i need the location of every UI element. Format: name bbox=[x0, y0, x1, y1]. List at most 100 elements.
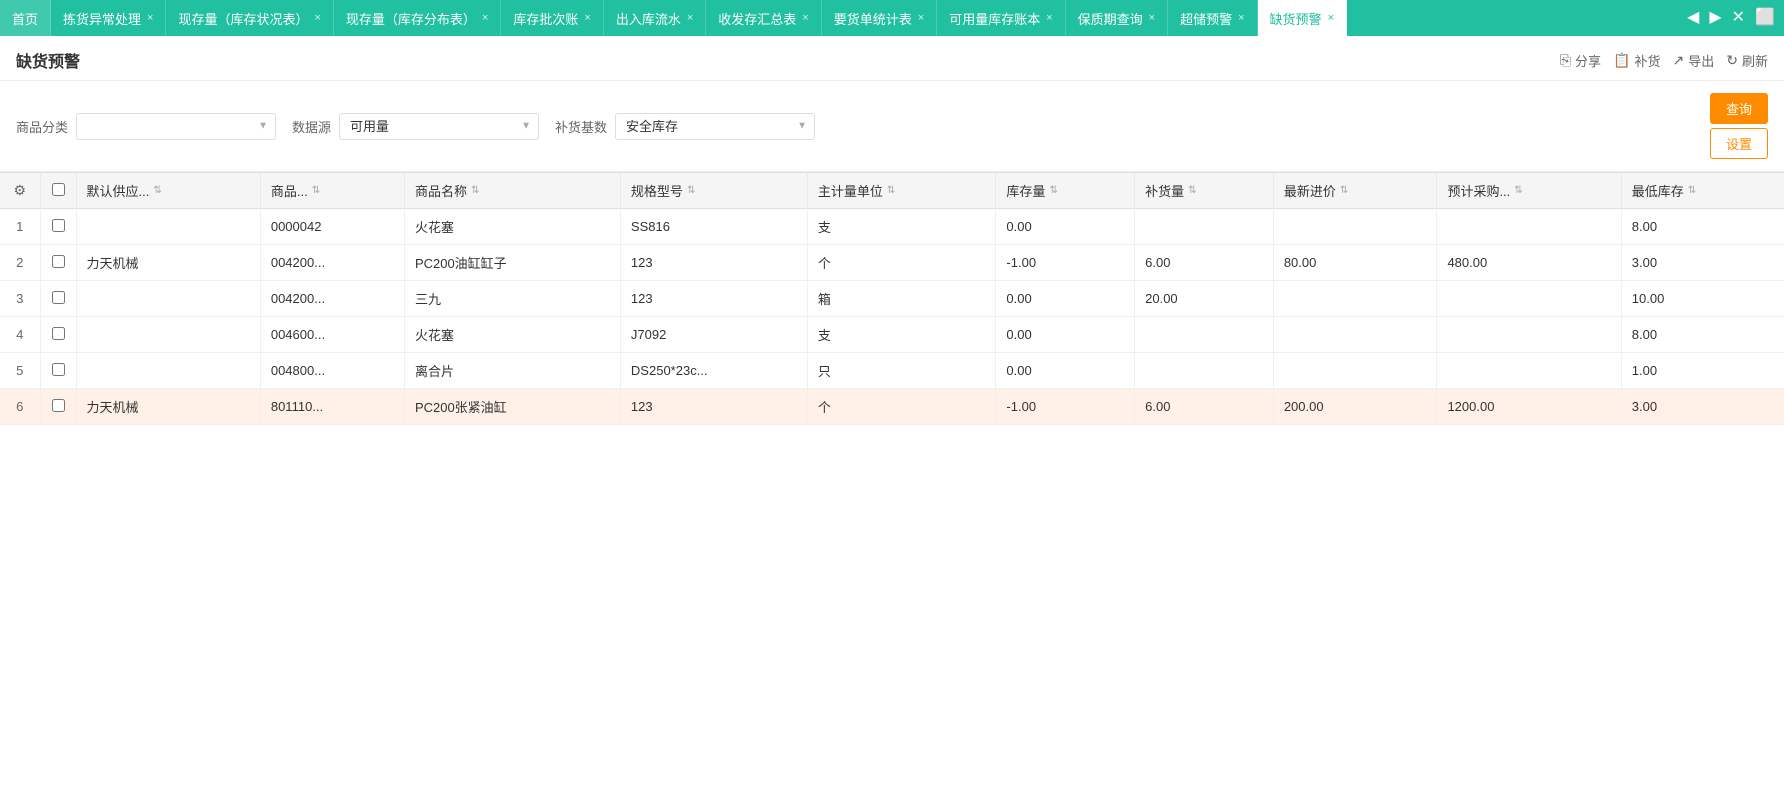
replenish-base-select-wrapper: 安全库存 bbox=[615, 113, 815, 140]
row-num-4: 4 bbox=[0, 317, 40, 353]
tab-receive-summary[interactable]: 收发存汇总表 × bbox=[706, 0, 821, 36]
tab-home[interactable]: 首页 bbox=[0, 0, 51, 36]
row-unit-5: 只 bbox=[807, 353, 996, 389]
datasource-select[interactable]: 可用量 bbox=[339, 113, 539, 140]
th-product-name: 商品名称 ⇅ bbox=[404, 173, 620, 209]
th-spec: 规格型号 ⇅ bbox=[620, 173, 807, 209]
th-min-stock: 最低库存 ⇅ bbox=[1621, 173, 1784, 209]
data-table: ⚙ 默认供应... ⇅ 商品... ⇅ bbox=[0, 172, 1784, 425]
row-product-name-5: 离合片 bbox=[404, 353, 620, 389]
row-checkbox-1[interactable] bbox=[40, 209, 76, 245]
row-product-name-4: 火花塞 bbox=[404, 317, 620, 353]
sort-replenish-icon[interactable]: ⇅ bbox=[1188, 185, 1196, 196]
table-body: 1 0000042 火花塞 SS816 支 0.00 8.00 2 力天机械 0… bbox=[0, 209, 1784, 425]
row-product-code-5: 004800... bbox=[260, 353, 404, 389]
tab-batch-account[interactable]: 库存批次账 × bbox=[501, 0, 603, 36]
tab-next-button[interactable]: ▶ bbox=[1704, 0, 1726, 36]
tab-inventory-status[interactable]: 现存量（库存状况表） × bbox=[166, 0, 333, 36]
th-latest-price: 最新进价 ⇅ bbox=[1273, 173, 1437, 209]
close-tab-overstock[interactable]: × bbox=[1238, 12, 1244, 24]
row-min-stock-5: 1.00 bbox=[1621, 353, 1784, 389]
tab-close-all-button[interactable]: ✕ bbox=[1727, 0, 1750, 36]
row-num-6: 6 bbox=[0, 389, 40, 425]
close-tab-order-stats[interactable]: × bbox=[918, 12, 924, 24]
sort-unit-icon[interactable]: ⇅ bbox=[887, 185, 895, 196]
close-tab-available-ledger[interactable]: × bbox=[1046, 12, 1052, 24]
close-tab-batch-account[interactable]: × bbox=[584, 12, 590, 24]
sort-product-name-icon[interactable]: ⇅ bbox=[471, 185, 479, 196]
close-tab-receive-summary[interactable]: × bbox=[802, 12, 808, 24]
row-min-stock-1: 8.00 bbox=[1621, 209, 1784, 245]
export-button[interactable]: ↗ 导出 bbox=[1673, 51, 1715, 70]
row-spec-1: SS816 bbox=[620, 209, 807, 245]
row-product-name-2: PC200油缸缸子 bbox=[404, 245, 620, 281]
row-checkbox-5[interactable] bbox=[40, 353, 76, 389]
row-checkbox-4[interactable] bbox=[40, 317, 76, 353]
row-min-stock-4: 8.00 bbox=[1621, 317, 1784, 353]
row-min-stock-6: 3.00 bbox=[1621, 389, 1784, 425]
filter-bar: 商品分类 数据源 可用量 补货基数 安全库存 bbox=[0, 81, 1784, 172]
row-stock-1: 0.00 bbox=[996, 209, 1135, 245]
row-checkbox-3[interactable] bbox=[40, 281, 76, 317]
row-estimated-purchase-1 bbox=[1437, 209, 1621, 245]
refresh-button[interactable]: ↻ 刷新 bbox=[1726, 51, 1768, 70]
sort-min-stock-icon[interactable]: ⇅ bbox=[1688, 185, 1696, 196]
close-tab-inventory-status[interactable]: × bbox=[314, 12, 320, 24]
close-tab-in-out-flow[interactable]: × bbox=[687, 12, 693, 24]
close-tab-expiry-query[interactable]: × bbox=[1149, 12, 1155, 24]
close-tab-defect-exception[interactable]: × bbox=[147, 12, 153, 24]
row-stock-6: -1.00 bbox=[996, 389, 1135, 425]
tab-prev-button[interactable]: ◀ bbox=[1682, 0, 1704, 36]
th-default-supplier: 默认供应... ⇅ bbox=[76, 173, 260, 209]
category-select[interactable] bbox=[76, 113, 276, 140]
export-icon: ↗ bbox=[1673, 52, 1685, 69]
row-min-stock-2: 3.00 bbox=[1621, 245, 1784, 281]
th-checkbox bbox=[40, 173, 76, 209]
tab-available-ledger[interactable]: 可用量库存账本 × bbox=[937, 0, 1065, 36]
th-gear: ⚙ bbox=[0, 173, 40, 209]
sort-stock-icon[interactable]: ⇅ bbox=[1049, 185, 1057, 196]
datasource-select-wrapper: 可用量 bbox=[339, 113, 539, 140]
settings-button[interactable]: 设置 bbox=[1710, 128, 1768, 159]
gear-settings-icon[interactable]: ⚙ bbox=[13, 182, 26, 198]
tab-in-out-flow[interactable]: 出入库流水 × bbox=[604, 0, 706, 36]
row-checkbox-2[interactable] bbox=[40, 245, 76, 281]
sort-estimated-purchase-icon[interactable]: ⇅ bbox=[1514, 185, 1522, 196]
table-row: 1 0000042 火花塞 SS816 支 0.00 8.00 bbox=[0, 209, 1784, 245]
replenish-base-select[interactable]: 安全库存 bbox=[615, 113, 815, 140]
sort-default-supplier-icon[interactable]: ⇅ bbox=[153, 185, 161, 196]
row-unit-1: 支 bbox=[807, 209, 996, 245]
close-tab-shortage[interactable]: × bbox=[1328, 12, 1334, 24]
tab-order-stats[interactable]: 要货单统计表 × bbox=[822, 0, 937, 36]
th-unit: 主计量单位 ⇅ bbox=[807, 173, 996, 209]
category-filter-group: 商品分类 bbox=[16, 113, 276, 140]
select-all-checkbox[interactable] bbox=[52, 183, 65, 196]
share-icon: ⎘ bbox=[1560, 52, 1571, 69]
tab-overstock[interactable]: 超储预警 × bbox=[1168, 0, 1257, 36]
sort-product-code-icon[interactable]: ⇅ bbox=[312, 185, 320, 196]
refresh-icon: ↻ bbox=[1726, 52, 1738, 69]
row-latest-price-5 bbox=[1273, 353, 1437, 389]
row-estimated-purchase-3 bbox=[1437, 281, 1621, 317]
row-latest-price-3 bbox=[1273, 281, 1437, 317]
row-stock-4: 0.00 bbox=[996, 317, 1135, 353]
row-replenish-5 bbox=[1135, 353, 1274, 389]
sort-spec-icon[interactable]: ⇅ bbox=[687, 185, 695, 196]
replenish-button[interactable]: 📋 补货 bbox=[1613, 51, 1660, 70]
row-replenish-2: 6.00 bbox=[1135, 245, 1274, 281]
replenish-base-filter-group: 补货基数 安全库存 bbox=[555, 113, 815, 140]
tab-shortage[interactable]: 缺货预警 × bbox=[1258, 0, 1347, 36]
datasource-label: 数据源 bbox=[292, 117, 331, 136]
row-latest-price-1 bbox=[1273, 209, 1437, 245]
tab-expiry-query[interactable]: 保质期查询 × bbox=[1066, 0, 1168, 36]
row-checkbox-6[interactable] bbox=[40, 389, 76, 425]
tab-defect-exception[interactable]: 拣货异常处理 × bbox=[51, 0, 166, 36]
table-wrapper: ⚙ 默认供应... ⇅ 商品... ⇅ bbox=[0, 172, 1784, 425]
tab-maximize-button[interactable]: ⬜ bbox=[1750, 0, 1780, 36]
share-button[interactable]: ⎘ 分享 bbox=[1560, 51, 1601, 70]
header-actions: ⎘ 分享 📋 补货 ↗ 导出 ↻ 刷新 bbox=[1560, 51, 1768, 70]
close-tab-inventory-dist[interactable]: × bbox=[482, 12, 488, 24]
query-button[interactable]: 查询 bbox=[1710, 93, 1768, 124]
sort-latest-price-icon[interactable]: ⇅ bbox=[1340, 185, 1348, 196]
tab-inventory-dist[interactable]: 现存量（库存分布表） × bbox=[334, 0, 501, 36]
